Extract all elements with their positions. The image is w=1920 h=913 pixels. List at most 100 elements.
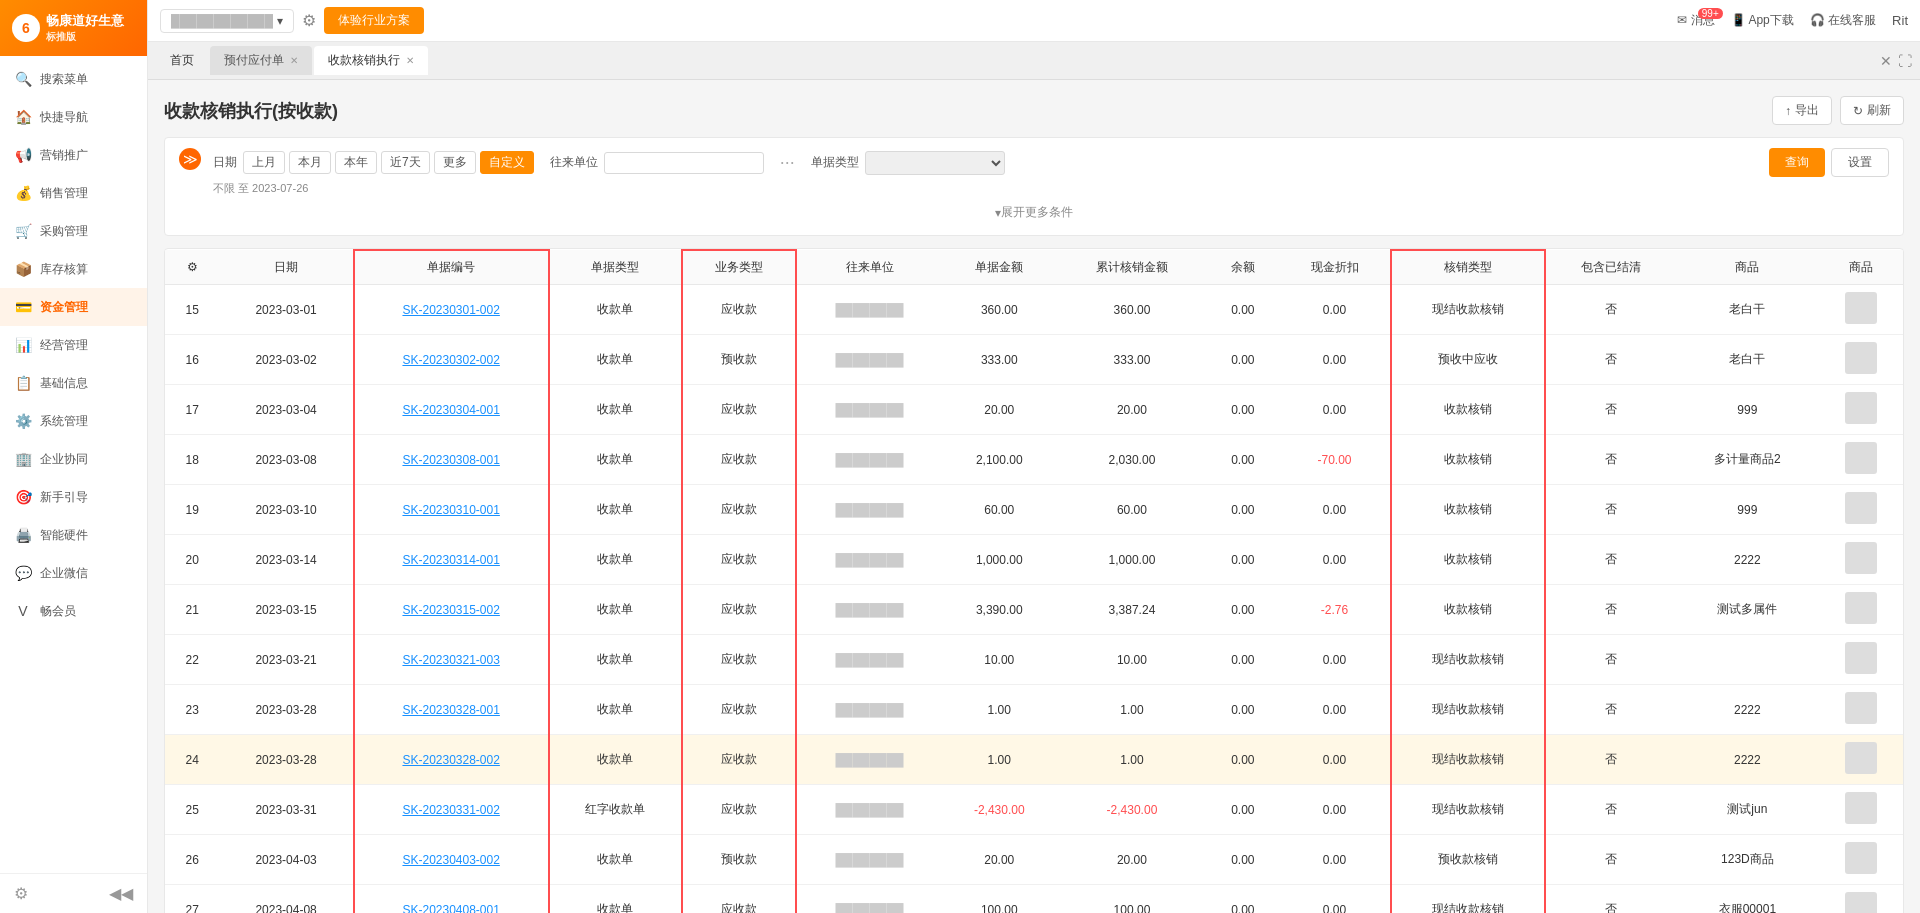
- doc-no-link[interactable]: SK-20230408-001: [402, 903, 499, 914]
- expand-conditions[interactable]: ▾ 展开更多条件: [179, 200, 1889, 225]
- col-settings[interactable]: ⚙: [165, 250, 219, 285]
- settings-button[interactable]: 设置: [1831, 148, 1889, 177]
- doc-no-link[interactable]: SK-20230403-002: [402, 853, 499, 867]
- date-7days[interactable]: 近7天: [381, 151, 430, 174]
- sidebar-item-system[interactable]: ⚙️系统管理: [0, 402, 147, 440]
- cell-amount: 1.00: [942, 735, 1057, 785]
- sidebar-item-hardware[interactable]: 🖨️智能硬件: [0, 516, 147, 554]
- table-row[interactable]: 15 2023-03-01 SK-20230301-002 收款单 应收款 ██…: [165, 285, 1903, 335]
- date-more[interactable]: 更多: [434, 151, 476, 174]
- doc-no-link[interactable]: SK-20230301-002: [402, 303, 499, 317]
- sidebar-bottom: ⚙ ◀◀: [0, 873, 147, 913]
- sidebar-item-inventory[interactable]: 📦库存核算: [0, 250, 147, 288]
- date-custom[interactable]: 自定义: [480, 151, 534, 174]
- cell-partner: ████████: [796, 485, 941, 535]
- sidebar-item-member[interactable]: V畅会员: [0, 592, 147, 630]
- sidebar-icon-quicknav: 🏠: [14, 108, 32, 126]
- tab-prepay[interactable]: 预付应付单 ✕: [210, 46, 312, 75]
- doc-no-link[interactable]: SK-20230315-002: [402, 603, 499, 617]
- tab-close-btn[interactable]: ✕: [1880, 53, 1892, 69]
- cell-goods: 测试多属件: [1677, 585, 1818, 635]
- doc-no-link[interactable]: SK-20230308-001: [402, 453, 499, 467]
- table-row[interactable]: 16 2023-03-02 SK-20230302-002 收款单 预收款 ██…: [165, 335, 1903, 385]
- cell-doc-type: 收款单: [549, 635, 683, 685]
- table-row[interactable]: 25 2023-03-31 SK-20230331-002 红字收款单 应收款 …: [165, 785, 1903, 835]
- doc-no-link[interactable]: SK-20230314-001: [402, 553, 499, 567]
- doc-no-link[interactable]: SK-20230328-002: [402, 753, 499, 767]
- cell-balance: 0.00: [1207, 635, 1279, 685]
- table-row[interactable]: 26 2023-04-03 SK-20230403-002 收款单 预收款 ██…: [165, 835, 1903, 885]
- sidebar-menu: 🔍搜索菜单🏠快捷导航📢营销推广💰销售管理🛒采购管理📦库存核算💳资金管理📊经营管理…: [0, 56, 147, 873]
- doctype-select[interactable]: [865, 151, 1005, 175]
- sidebar-item-basic[interactable]: 📋基础信息: [0, 364, 147, 402]
- phone-icon: 📱: [1731, 13, 1746, 27]
- cell-goods2: [1818, 485, 1903, 535]
- sidebar-item-enterprise[interactable]: 🏢企业协同: [0, 440, 147, 478]
- cell-doc-type: 收款单: [549, 335, 683, 385]
- messages-badge[interactable]: ✉ 消息 99+: [1677, 12, 1714, 29]
- table-row[interactable]: 21 2023-03-15 SK-20230315-002 收款单 应收款 ██…: [165, 585, 1903, 635]
- date-prev-month[interactable]: 上月: [243, 151, 285, 174]
- cell-doc-no: SK-20230403-002: [354, 835, 549, 885]
- doc-no-link[interactable]: SK-20230331-002: [402, 803, 499, 817]
- app-download-link[interactable]: 📱 App下载: [1731, 12, 1794, 29]
- cell-doc-no: SK-20230408-001: [354, 885, 549, 914]
- query-button[interactable]: 查询: [1769, 148, 1825, 177]
- date-cur-year[interactable]: 本年: [335, 151, 377, 174]
- sidebar-item-guide[interactable]: 🎯新手引导: [0, 478, 147, 516]
- settings-icon[interactable]: ⚙: [14, 884, 28, 903]
- cell-include-settled: 否: [1545, 435, 1677, 485]
- doc-no-link[interactable]: SK-20230302-002: [402, 353, 499, 367]
- cell-include-settled: 否: [1545, 735, 1677, 785]
- collapse-icon[interactable]: ◀◀: [109, 884, 133, 903]
- date-cur-month[interactable]: 本月: [289, 151, 331, 174]
- table-row[interactable]: 19 2023-03-10 SK-20230310-001 收款单 应收款 ██…: [165, 485, 1903, 535]
- sidebar-icon-system: ⚙️: [14, 412, 32, 430]
- sidebar-item-quicknav[interactable]: 🏠快捷导航: [0, 98, 147, 136]
- user-label[interactable]: Rit: [1892, 13, 1908, 28]
- tab-collection[interactable]: 收款核销执行 ✕: [314, 46, 428, 75]
- gear-icon[interactable]: ⚙: [302, 11, 316, 30]
- table-row[interactable]: 22 2023-03-21 SK-20230321-003 收款单 应收款 ██…: [165, 635, 1903, 685]
- cell-doc-type: 收款单: [549, 735, 683, 785]
- sidebar-item-search[interactable]: 🔍搜索菜单: [0, 60, 147, 98]
- cell-biz-type: 应收款: [682, 685, 796, 735]
- sidebar-item-operation[interactable]: 📊经营管理: [0, 326, 147, 364]
- table-row[interactable]: 20 2023-03-14 SK-20230314-001 收款单 应收款 ██…: [165, 535, 1903, 585]
- doc-no-link[interactable]: SK-20230321-003: [402, 653, 499, 667]
- refresh-button[interactable]: ↻ 刷新: [1840, 96, 1904, 125]
- cell-doc-type: 收款单: [549, 835, 683, 885]
- table-row[interactable]: 17 2023-03-04 SK-20230304-001 收款单 应收款 ██…: [165, 385, 1903, 435]
- doc-no-link[interactable]: SK-20230328-001: [402, 703, 499, 717]
- cell-no: 21: [165, 585, 219, 635]
- export-button[interactable]: ↑ 导出: [1772, 96, 1832, 125]
- table-row[interactable]: 24 2023-03-28 SK-20230328-002 收款单 应收款 ██…: [165, 735, 1903, 785]
- solution-button[interactable]: 体验行业方案: [324, 7, 424, 34]
- cell-partner: ████████: [796, 535, 941, 585]
- collection-tab-close[interactable]: ✕: [406, 55, 414, 66]
- doc-no-link[interactable]: SK-20230310-001: [402, 503, 499, 517]
- cell-partner: ████████: [796, 835, 941, 885]
- tab-home[interactable]: 首页: [156, 46, 208, 75]
- sidebar-item-sales[interactable]: 💰销售管理: [0, 174, 147, 212]
- sidebar-item-purchase[interactable]: 🛒采购管理: [0, 212, 147, 250]
- cell-biz-type: 应收款: [682, 535, 796, 585]
- table-row[interactable]: 27 2023-04-08 SK-20230408-001 收款单 应收款 ██…: [165, 885, 1903, 914]
- partner-input[interactable]: [604, 152, 764, 174]
- sidebar-item-finance[interactable]: 💳资金管理: [0, 288, 147, 326]
- sidebar-item-marketing[interactable]: 📢营销推广: [0, 136, 147, 174]
- col-include-settled: 包含已结清: [1545, 250, 1677, 285]
- sidebar-icon-enterprise: 🏢: [14, 450, 32, 468]
- workspace-selector[interactable]: ████████████ ▾: [160, 9, 294, 33]
- online-service-link[interactable]: 🎧 在线客服: [1810, 12, 1876, 29]
- col-amount: 单据金额: [942, 250, 1057, 285]
- settings-icon[interactable]: ⚙: [187, 260, 198, 274]
- prepay-tab-close[interactable]: ✕: [290, 55, 298, 66]
- sidebar-item-wechat[interactable]: 💬企业微信: [0, 554, 147, 592]
- tab-expand-btn[interactable]: ⛶: [1898, 53, 1912, 69]
- table-row[interactable]: 18 2023-03-08 SK-20230308-001 收款单 应收款 ██…: [165, 435, 1903, 485]
- table-row[interactable]: 23 2023-03-28 SK-20230328-001 收款单 应收款 ██…: [165, 685, 1903, 735]
- cell-no: 18: [165, 435, 219, 485]
- filter-toggle-button[interactable]: ≫: [179, 148, 201, 170]
- doc-no-link[interactable]: SK-20230304-001: [402, 403, 499, 417]
